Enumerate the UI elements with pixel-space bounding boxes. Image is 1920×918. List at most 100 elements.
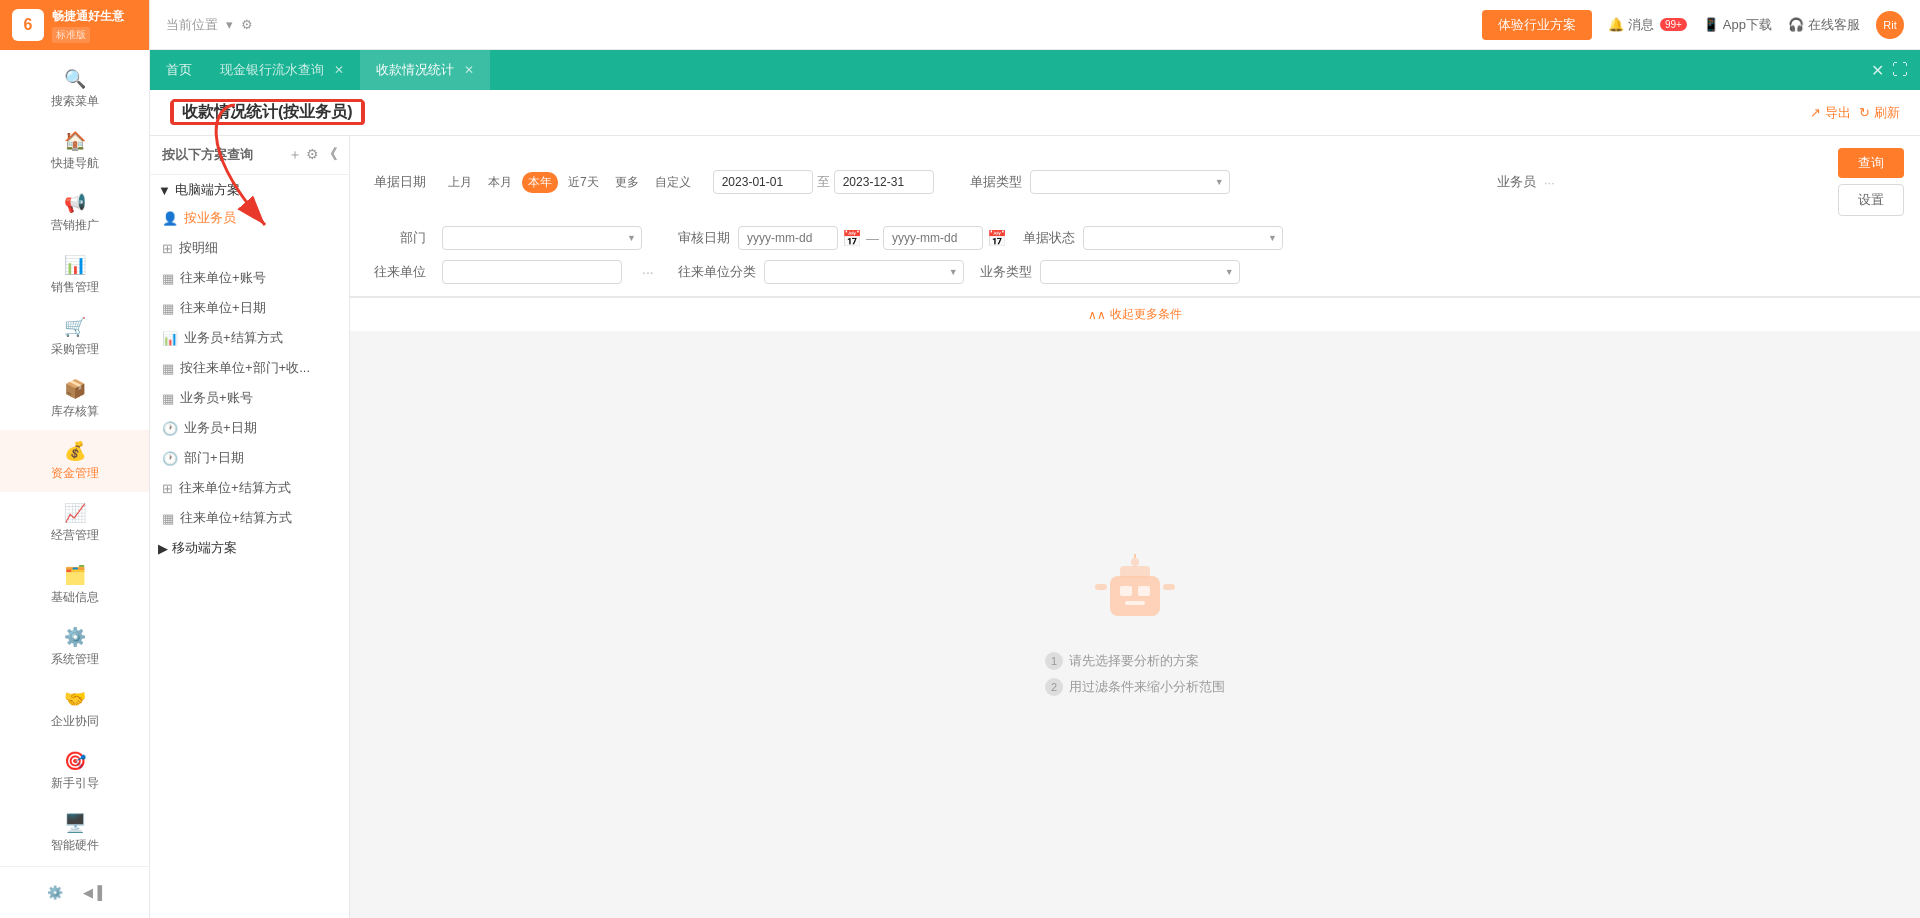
tip-num-1: 1 xyxy=(1045,652,1063,670)
sidebar-settings-btn[interactable]: ⚙️ ◀▐ xyxy=(0,877,149,908)
calendar2-icon[interactable]: 📅 xyxy=(987,229,1007,248)
doc-status-select[interactable] xyxy=(1083,226,1283,250)
date-shortcut-7days[interactable]: 近7天 xyxy=(562,172,605,193)
sidebar-item-collab[interactable]: 🤝 企业协同 xyxy=(0,678,149,740)
date-start-input[interactable] xyxy=(713,170,813,194)
sidebar-item-basic-info[interactable]: 🗂️ 基础信息 xyxy=(0,554,149,616)
tip-num-2: 2 xyxy=(1045,678,1063,696)
sidebar-item-finance[interactable]: 💰 资金管理 xyxy=(0,430,149,492)
settings-btn[interactable]: 设置 xyxy=(1838,184,1904,216)
salesperson-filter-label: 业务员 xyxy=(1497,173,1536,191)
sidebar-item-label: 采购管理 xyxy=(51,341,99,358)
sidebar-item-management[interactable]: 📈 经营管理 xyxy=(0,492,149,554)
date-shortcut-more[interactable]: 更多 xyxy=(609,172,645,193)
tree-item-dept-date[interactable]: 🕐 部门+日期 xyxy=(150,443,349,473)
sidebar-item-guide[interactable]: 🎯 新手引导 xyxy=(0,740,149,802)
chevron-up-icon: ∧∧ xyxy=(1088,308,1106,322)
app-download-btn[interactable]: 📱 App下载 xyxy=(1703,16,1772,34)
tree-item-by-salesperson[interactable]: 👤 按业务员 xyxy=(150,203,349,233)
date-shortcut-last-month[interactable]: 上月 xyxy=(442,172,478,193)
sidebar-item-label: 智能硬件 xyxy=(51,837,99,854)
collapse-bar[interactable]: ∧∧ 收起更多条件 xyxy=(350,297,1920,331)
refresh-btn[interactable]: ↻ 刷新 xyxy=(1859,104,1900,122)
date-shortcut-custom[interactable]: 自定义 xyxy=(649,172,697,193)
biz-type-select[interactable] xyxy=(1040,260,1240,284)
tree-item-label: 往来单位+日期 xyxy=(180,299,266,317)
query-btn[interactable]: 查询 xyxy=(1838,148,1904,178)
dept-select[interactable] xyxy=(442,226,642,250)
tab-bank-flow[interactable]: 现金银行流水查询 ✕ xyxy=(204,50,360,90)
date-shortcut-this-month[interactable]: 本月 xyxy=(482,172,518,193)
trial-btn[interactable]: 体验行业方案 xyxy=(1482,10,1592,40)
header-right: 体验行业方案 🔔 消息 99+ 📱 App下载 🎧 在线客服 Rit xyxy=(1482,10,1904,40)
svg-rect-5 xyxy=(1163,584,1175,590)
settings-gear-icon[interactable]: ⚙ xyxy=(241,17,253,32)
sidebar-item-inventory[interactable]: 📦 库存核算 xyxy=(0,368,149,430)
tree-item-label: 按明细 xyxy=(179,239,218,257)
bell-icon: 🔔 xyxy=(1608,17,1624,32)
collapse-icon: ◀▐ xyxy=(83,885,102,900)
partner-more-icon[interactable]: ··· xyxy=(642,264,654,280)
partner-input[interactable] xyxy=(442,260,622,284)
tree-item-partner-settle2[interactable]: ▦ 往来单位+结算方式 xyxy=(150,503,349,533)
salesperson-more-icon[interactable]: ··· xyxy=(1544,175,1555,190)
calendar-icon[interactable]: 📅 xyxy=(842,229,862,248)
refresh-label: 刷新 xyxy=(1874,104,1900,122)
maximize-icon[interactable]: ⛶ xyxy=(1892,61,1908,79)
review-date-start[interactable] xyxy=(738,226,838,250)
tab-home[interactable]: 首页 xyxy=(150,50,204,90)
tree-item-by-detail[interactable]: ⊞ 按明细 xyxy=(150,233,349,263)
tree-item-salesperson-account[interactable]: ▦ 业务员+账号 xyxy=(150,383,349,413)
partner-category-select[interactable] xyxy=(764,260,964,284)
tree-item-label: 往来单位+结算方式 xyxy=(180,509,292,527)
notification-btn[interactable]: 🔔 消息 99+ xyxy=(1608,16,1687,34)
tree-group-mobile[interactable]: ▶ 移动端方案 xyxy=(150,533,349,561)
tree-item-salesperson-settle[interactable]: 📊 业务员+结算方式 xyxy=(150,323,349,353)
tip-text-2: 用过滤条件来缩小分析范围 xyxy=(1069,678,1225,696)
export-btn[interactable]: ↗ 导出 xyxy=(1810,104,1851,122)
tree-group-pc[interactable]: ▼ 电脑端方案 xyxy=(150,175,349,203)
sidebar-item-sales[interactable]: 📊 销售管理 xyxy=(0,244,149,306)
header-left: 当前位置 ▾ ⚙ xyxy=(166,16,253,34)
sidebar-item-nav[interactable]: 🏠 快捷导航 xyxy=(0,120,149,182)
sidebar-item-system[interactable]: ⚙️ 系统管理 xyxy=(0,616,149,678)
svg-point-7 xyxy=(1131,558,1139,566)
filter-row-partner: 往来单位 ··· 往来单位分类 xyxy=(366,260,1904,284)
close-window-icon[interactable]: ✕ xyxy=(1871,61,1884,80)
online-service-btn[interactable]: 🎧 在线客服 xyxy=(1788,16,1860,34)
doctype-select[interactable] xyxy=(1030,170,1230,194)
guide-icon: 🎯 xyxy=(64,750,86,772)
scheme-settings-icon[interactable]: ⚙ xyxy=(306,146,319,164)
date-end-input[interactable] xyxy=(834,170,934,194)
tree-item-partner-dept[interactable]: ▦ 按往来单位+部门+收... xyxy=(150,353,349,383)
page-title: 收款情况统计(按业务员) xyxy=(172,99,363,124)
tree-item-salesperson-date[interactable]: 🕐 业务员+日期 xyxy=(150,413,349,443)
tab-close-bank[interactable]: ✕ xyxy=(334,63,344,77)
table4-icon: ▦ xyxy=(162,391,174,406)
filter-row-dept: 部门 审核日期 xyxy=(366,226,1904,250)
date-input-group: 至 xyxy=(713,170,934,194)
management-icon: 📈 xyxy=(64,502,86,524)
export-label: 导出 xyxy=(1825,104,1851,122)
add-scheme-btn[interactable]: ＋ xyxy=(288,146,302,164)
logo-icon: 6 xyxy=(12,9,44,41)
tab-close-collection[interactable]: ✕ xyxy=(464,63,474,77)
basic-info-icon: 🗂️ xyxy=(64,564,86,586)
sidebar-item-marketing[interactable]: 📢 营销推广 xyxy=(0,182,149,244)
logo-text-block: 畅捷通好生意 标准版 xyxy=(52,8,124,43)
sidebar-item-purchase[interactable]: 🛒 采购管理 xyxy=(0,306,149,368)
sidebar-item-search[interactable]: 🔍 搜索菜单 xyxy=(0,58,149,120)
sidebar-item-hardware[interactable]: 🖥️ 智能硬件 xyxy=(0,802,149,864)
tree-item-partner-date[interactable]: ▦ 往来单位+日期 xyxy=(150,293,349,323)
date-shortcut-this-year[interactable]: 本年 xyxy=(522,172,558,193)
sidebar-item-label: 资金管理 xyxy=(51,465,99,482)
collapse-panel-icon[interactable]: 《 xyxy=(323,146,337,164)
tree-item-partner-account[interactable]: ▦ 往来单位+账号 xyxy=(150,263,349,293)
filter-group-review-date: 审核日期 📅 — 📅 xyxy=(678,226,1007,250)
tab-collection-stats[interactable]: 收款情况统计 ✕ xyxy=(360,50,490,90)
tree-item-partner-settle1[interactable]: ⊞ 往来单位+结算方式 xyxy=(150,473,349,503)
clock2-icon: 🕐 xyxy=(162,451,178,466)
review-date-end[interactable] xyxy=(883,226,983,250)
user-avatar[interactable]: Rit xyxy=(1876,11,1904,39)
filter-group-salesperson: 业务员 ··· xyxy=(1497,173,1555,191)
